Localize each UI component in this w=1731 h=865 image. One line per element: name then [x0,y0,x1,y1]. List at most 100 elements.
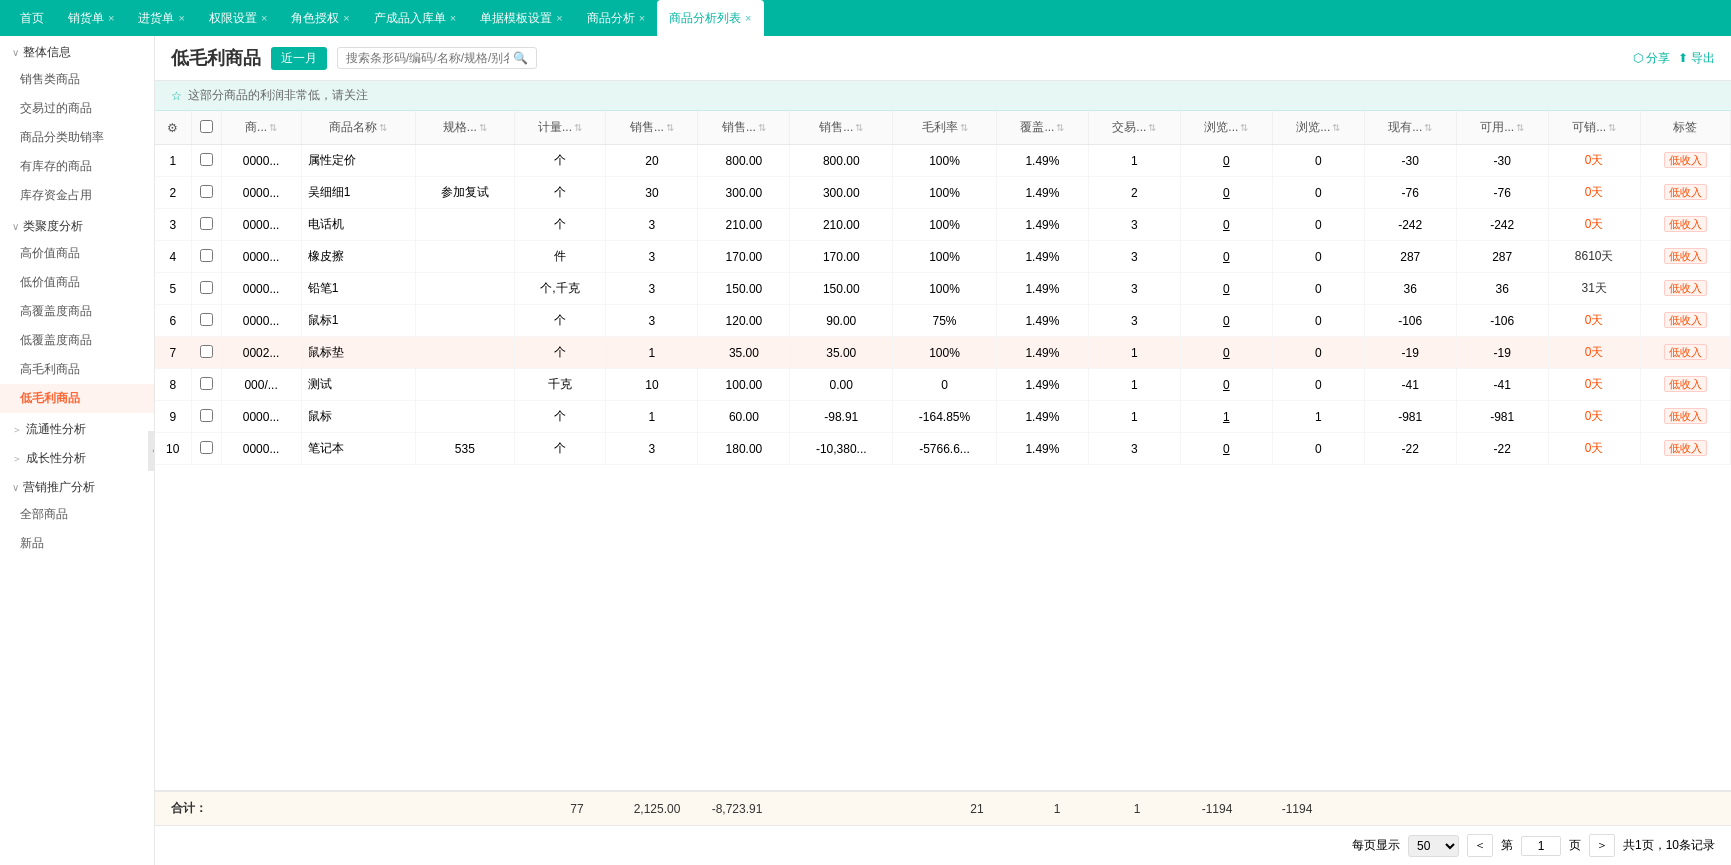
nav-item-analysis[interactable]: 商品分析 × [575,0,657,36]
cell-browse1[interactable]: 1 [1180,401,1272,433]
cell-browse1[interactable]: 0 [1180,305,1272,337]
cell-current-stock: -981 [1364,401,1456,433]
sidebar-item-high-coverage[interactable]: 高覆盖度商品 [0,297,154,326]
sidebar-group-growth[interactable]: ＞ 成长性分析 [0,442,154,471]
nav-item-products[interactable]: 产成品入库单 × [362,0,468,36]
nav-item-permissions[interactable]: 权限设置 × [197,0,279,36]
cell-checkbox[interactable] [191,433,221,465]
cell-browse1[interactable]: 0 [1180,273,1272,305]
row-checkbox[interactable] [200,441,213,454]
close-icon[interactable]: × [450,12,456,24]
close-icon[interactable]: × [639,12,645,24]
col-spec[interactable]: 规格...⇅ [416,111,514,145]
cell-browse1[interactable]: 0 [1180,209,1272,241]
row-checkbox[interactable] [200,345,213,358]
sidebar-item-high-value[interactable]: 高价值商品 [0,239,154,268]
sidebar-item-in-stock[interactable]: 有库存的商品 [0,152,154,181]
sidebar-item-all-products[interactable]: 全部商品 [0,500,154,529]
row-checkbox[interactable] [200,217,213,230]
page-size-select[interactable]: 50 100 200 [1408,835,1459,857]
cell-checkbox[interactable] [191,177,221,209]
col-sales-qty[interactable]: 销售...⇅ [606,111,698,145]
col-gross-margin[interactable]: 毛利率⇅ [893,111,997,145]
row-checkbox[interactable] [200,313,213,326]
row-checkbox[interactable] [200,377,213,390]
col-trade[interactable]: 交易...⇅ [1088,111,1180,145]
cell-sales-qty: 1 [606,401,698,433]
sidebar-group-circulation[interactable]: ＞ 流通性分析 [0,413,154,442]
cell-browse1[interactable]: 0 [1180,433,1272,465]
sidebar-item-category-rate[interactable]: 商品分类助销率 [0,123,154,152]
row-checkbox[interactable] [200,249,213,262]
export-button[interactable]: ⬆ 导出 [1678,50,1715,67]
nav-item-templates[interactable]: 单据模板设置 × [468,0,574,36]
sidebar-item-high-margin[interactable]: 高毛利商品 [0,355,154,384]
cell-browse1[interactable]: 0 [1180,177,1272,209]
sidebar-item-low-value[interactable]: 低价值商品 [0,268,154,297]
search-icon[interactable]: 🔍 [513,51,528,65]
sidebar-item-low-coverage[interactable]: 低覆盖度商品 [0,326,154,355]
row-checkbox[interactable] [200,409,213,422]
select-all-checkbox[interactable] [200,120,213,133]
row-checkbox[interactable] [200,185,213,198]
sidebar-group-marketing[interactable]: ∨ 营销推广分析 [0,471,154,500]
col-browse2[interactable]: 浏览...⇅ [1272,111,1364,145]
col-browse1[interactable]: 浏览...⇅ [1180,111,1272,145]
nav-item-home[interactable]: 首页 [8,0,56,36]
col-sales-price[interactable]: 销售...⇅ [698,111,790,145]
nav-item-roles[interactable]: 角色授权 × [279,0,361,36]
row-checkbox[interactable] [200,153,213,166]
col-current-stock[interactable]: 现有...⇅ [1364,111,1456,145]
cell-browse1[interactable]: 0 [1180,241,1272,273]
cell-browse1[interactable]: 0 [1180,337,1272,369]
close-icon[interactable]: × [745,12,751,24]
cell-checkbox[interactable] [191,369,221,401]
cell-checkbox[interactable] [191,145,221,177]
share-button[interactable]: ⬡ 分享 [1633,50,1670,67]
nav-item-analysis-list[interactable]: 商品分析列表 × [657,0,763,36]
sidebar-item-low-margin[interactable]: 低毛利商品 [0,384,154,413]
cell-checkbox[interactable] [191,337,221,369]
close-icon[interactable]: × [261,12,267,24]
row-checkbox[interactable] [200,281,213,294]
sidebar-group-cluster[interactable]: ∨ 类聚度分析 [0,210,154,239]
next-page-button[interactable]: ＞ [1589,834,1615,857]
cell-browse1[interactable]: 0 [1180,145,1272,177]
sidebar-item-new-products[interactable]: 新品 [0,529,154,558]
cell-browse2: 1 [1272,401,1364,433]
cell-name: 橡皮擦 [301,241,416,273]
sidebar-collapse-button[interactable]: « [148,431,155,471]
col-sales-amount[interactable]: 销售...⇅ [790,111,893,145]
col-code[interactable]: 商...⇅ [221,111,301,145]
col-unit[interactable]: 计量...⇅ [514,111,606,145]
close-icon[interactable]: × [343,12,349,24]
col-settings[interactable]: ⚙ [155,111,191,145]
cell-checkbox[interactable] [191,401,221,433]
col-coverage[interactable]: 覆盖...⇅ [996,111,1088,145]
col-checkbox[interactable] [191,111,221,145]
cell-checkbox[interactable] [191,273,221,305]
col-sellable[interactable]: 可销...⇅ [1548,111,1640,145]
search-box[interactable]: 🔍 [337,47,537,69]
prev-page-button[interactable]: ＜ [1467,834,1493,857]
page-number-input[interactable] [1521,836,1561,856]
search-input[interactable] [346,51,509,65]
cell-checkbox[interactable] [191,305,221,337]
nav-item-sales[interactable]: 销货单 × [56,0,126,36]
nav-item-purchase[interactable]: 进货单 × [126,0,196,36]
col-available[interactable]: 可用...⇅ [1456,111,1548,145]
sidebar-group-overall[interactable]: ∨ 整体信息 [0,36,154,65]
sidebar-item-capital[interactable]: 库存资金占用 [0,181,154,210]
close-icon[interactable]: × [556,12,562,24]
date-filter-button[interactable]: 近一月 [271,47,327,70]
col-name[interactable]: 商品名称⇅ [301,111,416,145]
sidebar-item-sales-products[interactable]: 销售类商品 [0,65,154,94]
sidebar-item-traded[interactable]: 交易过的商品 [0,94,154,123]
cell-browse1[interactable]: 0 [1180,369,1272,401]
close-icon[interactable]: × [108,12,114,24]
close-icon[interactable]: × [178,12,184,24]
table-row: 2 0000... 吴细细1 参加复试 个 30 300.00 300.00 1… [155,177,1731,209]
cell-checkbox[interactable] [191,241,221,273]
col-tag[interactable]: 标签 [1640,111,1730,145]
cell-checkbox[interactable] [191,209,221,241]
